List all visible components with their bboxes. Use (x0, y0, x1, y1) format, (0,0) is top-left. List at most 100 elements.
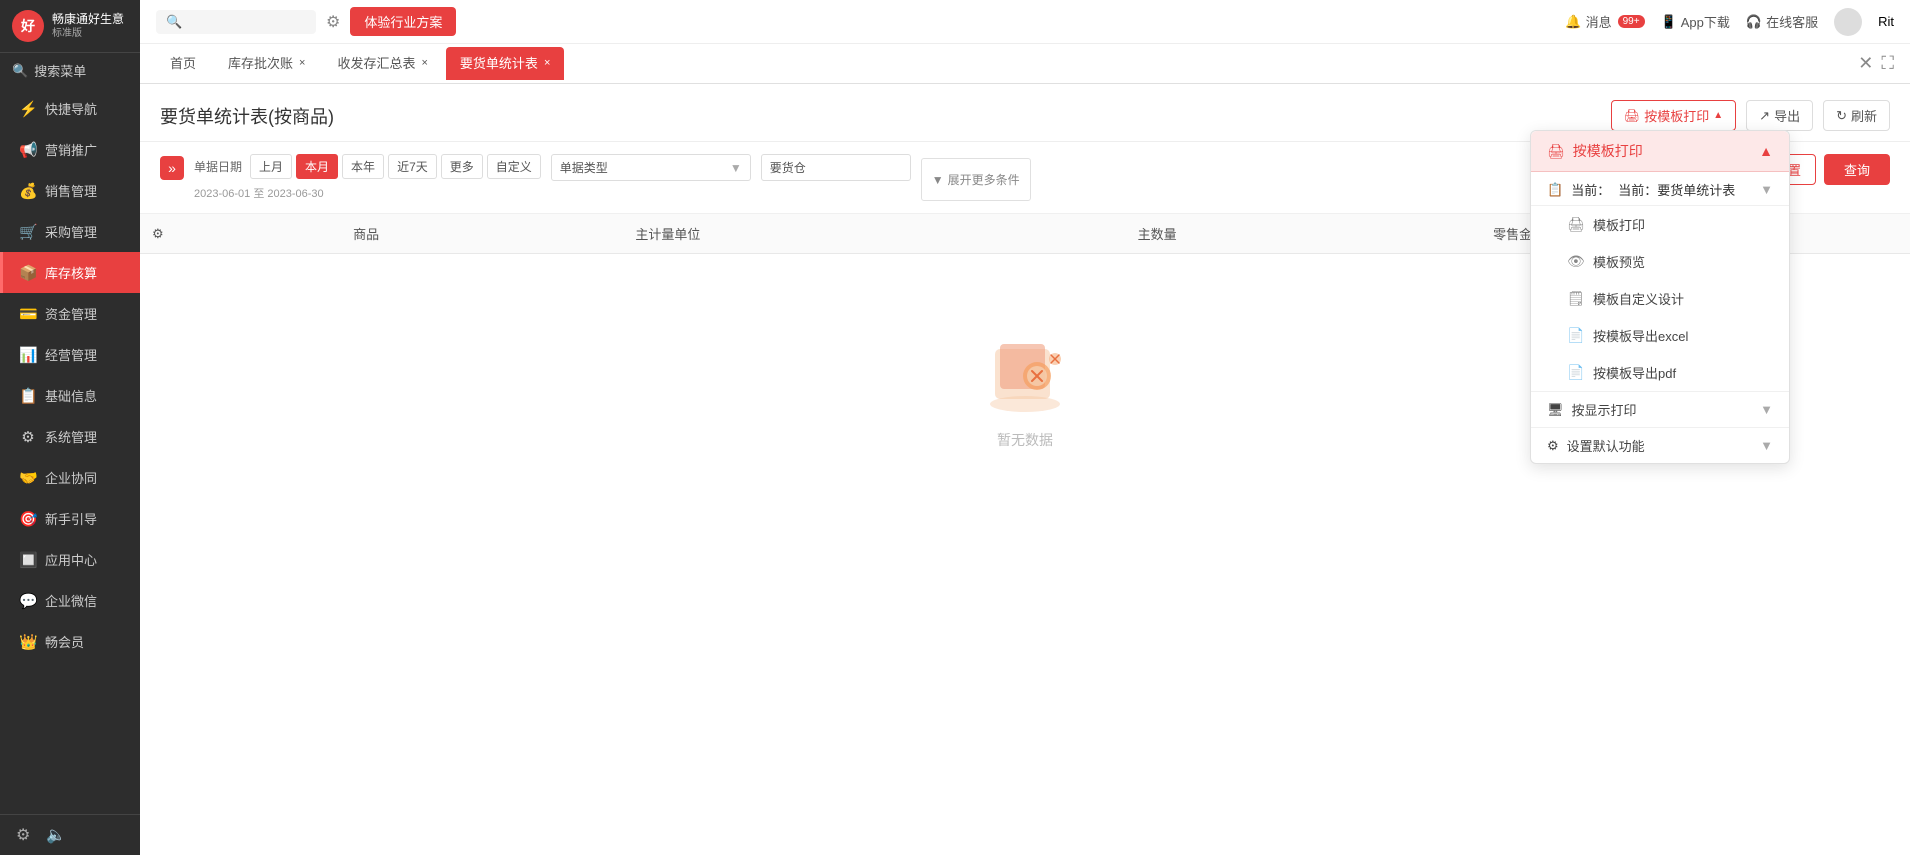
cargo-label: 要货仓 (770, 159, 806, 176)
display-print-label: 按显示打印 (1572, 400, 1637, 419)
dropdown-item-export-pdf[interactable]: 📄 按模板导出pdf (1531, 354, 1789, 391)
notifications-btn[interactable]: 🔔 消息 99+ (1565, 12, 1644, 31)
date-filter-group: 单据日期 上月本月本年近7天更多自定义 2023-06-01 至 2023-06… (194, 154, 541, 201)
tab-label-order-stats: 要货单统计表 (460, 53, 538, 72)
tab-batch-account[interactable]: 库存批次账× (214, 47, 319, 80)
dropdown-item-label-template-preview: 模板预览 (1593, 252, 1645, 271)
tab-close-receipt-summary[interactable]: × (421, 57, 427, 69)
date-btn-上月[interactable]: 上月 (250, 154, 292, 179)
nav-icon-finance: 💳 (19, 305, 37, 323)
dropdown-item-icon-template-design: 🗒 (1567, 290, 1585, 307)
expand-more-icon: ▼ (932, 173, 944, 187)
expand-more-btn[interactable]: ▼ 展开更多条件 (921, 158, 1031, 201)
trial-btn[interactable]: 体验行业方案 (350, 7, 456, 36)
sidebar-item-system[interactable]: ⚙ 系统管理 (0, 416, 140, 457)
sub-header-arrow: ▼ (1760, 182, 1773, 197)
tab-order-stats[interactable]: 要货单统计表 × (446, 47, 564, 80)
dropdown-item-icon-template-print: 🖨 (1567, 216, 1585, 233)
search-icon: 🔍 (12, 63, 28, 79)
expand-icon[interactable]: ⛶ (1881, 53, 1894, 74)
nav-label-basics: 基础信息 (45, 386, 97, 405)
page-title: 要货单统计表(按商品) (160, 103, 334, 129)
online-service-btn[interactable]: 🎧 在线客服 (1746, 12, 1818, 31)
sidebar-item-inventory[interactable]: 📦 库存核算 (0, 252, 140, 293)
col-header-settings[interactable]: ⚙ (140, 214, 341, 254)
avatar[interactable] (1834, 8, 1862, 36)
sidebar-item-quick-nav[interactable]: ⚡ 快捷导航 (0, 88, 140, 129)
sidebar-item-basics[interactable]: 📋 基础信息 (0, 375, 140, 416)
dropdown-collapse-icon[interactable]: ▲ (1759, 143, 1773, 159)
sidebar-item-purchase[interactable]: 🛒 采购管理 (0, 211, 140, 252)
empty-text: 暂无数据 (997, 430, 1053, 450)
nav-label-inventory: 库存核算 (45, 263, 97, 282)
sidebar-item-wechat[interactable]: 💬 企业微信 (0, 580, 140, 621)
expand-more-label: 展开更多条件 (948, 171, 1020, 188)
cargo-select[interactable]: 要货仓 (761, 154, 911, 181)
sidebar-item-finance[interactable]: 💳 资金管理 (0, 293, 140, 334)
dropdown-item-export-excel[interactable]: 📄 按模板导出excel (1531, 317, 1789, 354)
tab-close-batch-account[interactable]: × (299, 57, 305, 69)
topbar-right: 🔔 消息 99+ 📱 App下载 🎧 在线客服 Rit (1565, 8, 1894, 36)
dropdown-print-icon: 🖨 (1547, 143, 1565, 160)
nav-icon-quick-nav: ⚡ (19, 100, 37, 118)
topbar: 🔍 ⚙ 体验行业方案 🔔 消息 99+ 📱 App下载 🎧 在线客服 Rit (140, 0, 1910, 44)
notifications-label: 消息 (1586, 12, 1612, 31)
speaker-icon[interactable]: 🔈 (46, 825, 66, 845)
sidebar-search[interactable]: 🔍 搜索菜单 (0, 53, 140, 88)
sidebar-item-member[interactable]: 👑 畅会员 (0, 621, 140, 662)
sidebar-item-marketing[interactable]: 📢 营销推广 (0, 129, 140, 170)
default-func-label: 设置默认功能 (1567, 436, 1645, 455)
date-btn-本月[interactable]: 本月 (296, 154, 338, 179)
sidebar-item-operations[interactable]: 📊 经营管理 (0, 334, 140, 375)
sidebar-item-collab[interactable]: 🤝 企业协同 (0, 457, 140, 498)
print-btn[interactable]: 🖨 按模板打印 ▲ (1611, 100, 1736, 131)
notifications-badge: 99+ (1618, 15, 1645, 28)
dropdown-header[interactable]: 🖨 按模板打印 ▲ (1531, 131, 1789, 172)
username-label: Rit (1878, 14, 1894, 29)
topbar-gear-icon[interactable]: ⚙ (326, 12, 340, 32)
date-btn-自定义[interactable]: 自定义 (487, 154, 541, 179)
display-print-section[interactable]: 🖥 按显示打印 ▼ (1531, 391, 1789, 427)
dropdown-item-template-print[interactable]: 🖨 模板打印 (1531, 206, 1789, 243)
settings-icon[interactable]: ⚙ (16, 825, 30, 845)
query-btn[interactable]: 查询 (1824, 154, 1890, 185)
tab-home[interactable]: 首页 (156, 47, 210, 80)
topbar-search-box[interactable]: 🔍 (156, 10, 316, 34)
sidebar-item-apps[interactable]: 🔲 应用中心 (0, 539, 140, 580)
search-label: 搜索菜单 (34, 61, 86, 80)
filter-expand-btn[interactable]: » (160, 156, 184, 180)
col-header-goods: 商品 (341, 214, 623, 254)
cargo-filter-group: 要货仓 (761, 154, 911, 201)
sidebar-item-sales[interactable]: 💰 销售管理 (0, 170, 140, 211)
default-func-section[interactable]: ⚙ 设置默认功能 ▼ (1531, 427, 1789, 463)
nav-label-marketing: 营销推广 (45, 140, 97, 159)
display-print-icon: 🖥 (1547, 402, 1564, 418)
nav-label-guide: 新手引导 (45, 509, 97, 528)
topbar-search-input[interactable] (188, 15, 298, 29)
app-download-btn[interactable]: 📱 App下载 (1661, 12, 1730, 31)
dropdown-item-template-preview[interactable]: 👁 模板预览 (1531, 243, 1789, 280)
nav-icon-sales: 💰 (19, 182, 37, 200)
export-btn[interactable]: ↗ 导出 (1746, 100, 1813, 131)
sidebar-item-guide[interactable]: 🎯 新手引导 (0, 498, 140, 539)
date-btn-本年[interactable]: 本年 (342, 154, 384, 179)
date-btn-更多[interactable]: 更多 (441, 154, 483, 179)
close-window-icon[interactable]: ✕ (1858, 53, 1873, 74)
sidebar-logo: 好 畅康通好生意 标准版 (0, 0, 140, 53)
nav-label-quick-nav: 快捷导航 (45, 99, 97, 118)
dropdown-item-template-design[interactable]: 🗒 模板自定义设计 (1531, 280, 1789, 317)
tab-receipt-summary[interactable]: 收发存汇总表× (323, 47, 441, 80)
content-area: 要货单统计表(按商品) 🖨 按模板打印 ▲ ↗ 导出 ↻ 刷新 (140, 84, 1910, 855)
export-label: 导出 (1774, 106, 1800, 125)
type-filter-group: 单据类型 ▼ (551, 154, 751, 201)
nav-label-collab: 企业协同 (45, 468, 97, 487)
type-select[interactable]: 单据类型 ▼ (551, 154, 751, 181)
tab-close-order-stats[interactable]: × (544, 57, 550, 69)
date-btn-近7天[interactable]: 近7天 (388, 154, 437, 179)
refresh-btn[interactable]: ↻ 刷新 (1823, 100, 1890, 131)
dropdown-sub-header[interactable]: 📋 当前： 当前：要货单统计表 ▼ (1531, 172, 1789, 206)
display-print-arrow: ▼ (1760, 402, 1773, 417)
nav-icon-operations: 📊 (19, 346, 37, 364)
bell-icon: 🔔 (1565, 14, 1581, 30)
nav-icon-wechat: 💬 (19, 592, 37, 610)
